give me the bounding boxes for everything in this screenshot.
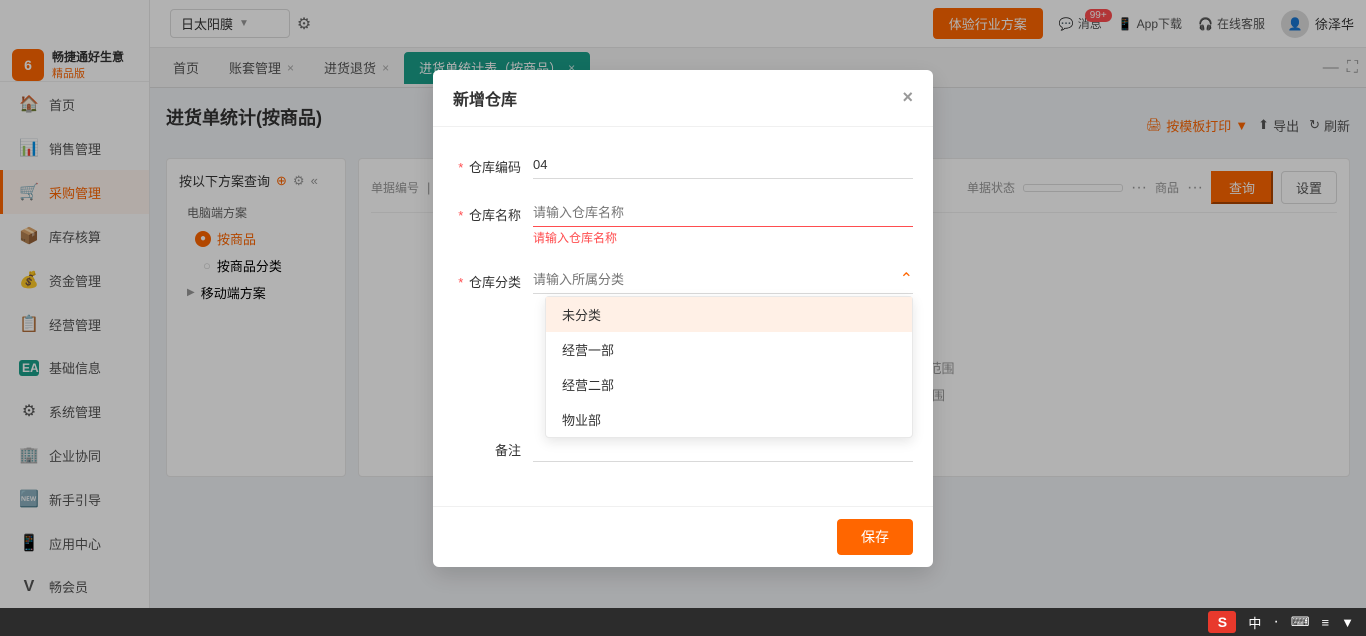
dialog-header: 新增仓库 × [433,70,933,127]
dialog-body: * 仓库编码 * 仓库名称 请输入仓库名称 * [433,127,933,506]
category-option-uncategorized[interactable]: 未分类 [546,297,912,332]
bottom-dot-icon[interactable]: · [1273,613,1278,631]
category-toggle-icon[interactable]: ⌃ [900,269,913,289]
name-field-row: * 仓库名称 请输入仓库名称 [453,199,913,246]
name-input[interactable] [533,199,913,227]
category-option-property[interactable]: 物业部 [546,402,912,437]
code-required-mark: * [458,160,463,175]
code-label: * 仓库编码 [453,151,533,176]
category-input-wrap: ⌃ [533,266,913,294]
category-dropdown: 未分类 经营一部 经营二部 物业部 [545,296,913,438]
category-option-ops1[interactable]: 经营一部 [546,332,912,367]
save-button[interactable]: 保存 [837,519,913,555]
category-field-row: * 仓库分类 ⌃ 未分类 经营一部 经营二部 [453,266,913,294]
name-required-mark: * [458,208,463,223]
category-required-mark: * [458,275,463,290]
status-bar: S 中 · ⌨ ≡ ▼ [0,608,1366,636]
name-label: * 仓库名称 [453,199,533,224]
note-field-row: 备注 [453,434,913,462]
note-label: 备注 [453,434,533,459]
new-warehouse-dialog: 新增仓库 × * 仓库编码 * 仓库名称 请输入仓库名称 [433,70,933,567]
name-field-col: 请输入仓库名称 [533,199,913,246]
code-input[interactable] [533,151,913,179]
category-option-ops2[interactable]: 经营二部 [546,367,912,402]
bottom-menu-icon[interactable]: ≡ [1322,615,1330,630]
dialog-title: 新增仓库 [453,86,517,110]
brand-logo-bottom: S [1208,611,1236,633]
name-error-msg: 请输入仓库名称 [533,229,913,246]
code-field-row: * 仓库编码 [453,151,913,179]
bottom-arrow-icon[interactable]: ▼ [1341,615,1354,630]
dialog-backdrop: 新增仓库 × * 仓库编码 * 仓库名称 请输入仓库名称 [0,0,1366,636]
dialog-close-button[interactable]: × [902,87,913,108]
category-label: * 仓库分类 [453,266,533,291]
dialog-footer: 保存 [433,506,933,567]
bottom-keyboard-icon[interactable]: ⌨ [1291,614,1310,630]
category-input[interactable] [533,266,900,293]
note-input[interactable] [533,434,913,462]
bottom-zh-icon[interactable]: 中 [1248,613,1261,632]
